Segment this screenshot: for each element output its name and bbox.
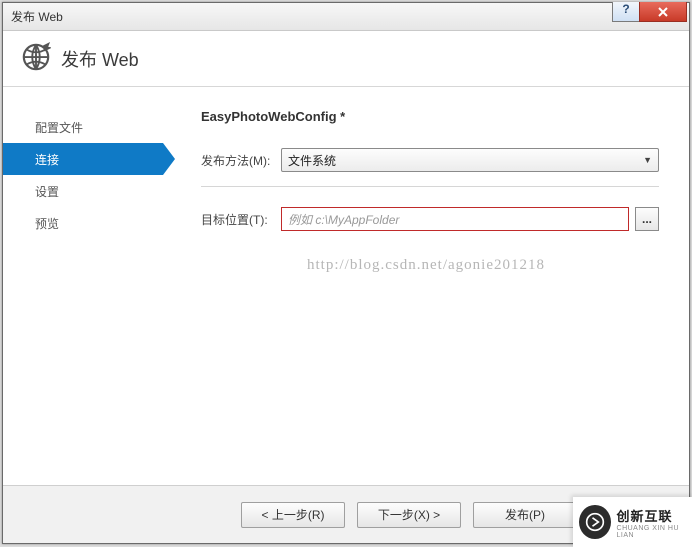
globe-icon bbox=[21, 42, 51, 75]
publish-method-combo[interactable]: 文件系统 ▼ bbox=[281, 148, 659, 172]
next-button[interactable]: 下一步(X) > bbox=[357, 502, 461, 528]
branding-badge: 创新互联 CHUANG XIN HU LIAN bbox=[573, 497, 692, 547]
help-button[interactable]: ? bbox=[612, 2, 640, 22]
publish-method-row: 发布方法(M): 文件系统 ▼ bbox=[201, 148, 659, 172]
branding-cn: 创新互联 bbox=[617, 506, 692, 525]
sidebar-item-preview[interactable]: 预览 bbox=[3, 207, 163, 239]
target-label: 目标位置(T): bbox=[201, 211, 281, 228]
dialog-window: 发布 Web ? 发布 Web 配置文件 连接 设置 预览 EasyPho bbox=[2, 2, 690, 544]
watermark-text: http://blog.csdn.net/agonie201218 bbox=[307, 257, 545, 274]
publish-button[interactable]: 发布(P) bbox=[473, 502, 577, 528]
prev-button[interactable]: < 上一步(R) bbox=[241, 502, 345, 528]
sidebar: 配置文件 连接 设置 预览 bbox=[3, 87, 163, 485]
branding-logo-icon bbox=[579, 505, 611, 539]
target-row: 目标位置(T): 例如 c:\MyAppFolder ... bbox=[201, 207, 659, 231]
header-title: 发布 Web bbox=[61, 46, 139, 72]
sidebar-item-connection[interactable]: 连接 bbox=[3, 143, 163, 175]
dialog-body: 配置文件 连接 设置 预览 EasyPhotoWebConfig * 发布方法(… bbox=[3, 87, 689, 485]
window-title: 发布 Web bbox=[3, 8, 63, 25]
branding-en: CHUANG XIN HU LIAN bbox=[617, 525, 692, 539]
titlebar: 发布 Web ? bbox=[3, 3, 689, 31]
chevron-down-icon: ▼ bbox=[643, 155, 652, 165]
section-title: EasyPhotoWebConfig * bbox=[201, 109, 659, 124]
target-input[interactable]: 例如 c:\MyAppFolder bbox=[281, 207, 629, 231]
divider bbox=[201, 186, 659, 187]
close-icon bbox=[657, 6, 669, 18]
publish-method-value: 文件系统 bbox=[288, 152, 336, 169]
main-panel: EasyPhotoWebConfig * 发布方法(M): 文件系统 ▼ 目标位… bbox=[163, 87, 689, 485]
dialog-header: 发布 Web bbox=[3, 31, 689, 87]
publish-method-label: 发布方法(M): bbox=[201, 152, 281, 169]
close-button[interactable] bbox=[639, 2, 687, 22]
browse-button[interactable]: ... bbox=[635, 207, 659, 231]
sidebar-item-profile[interactable]: 配置文件 bbox=[3, 111, 163, 143]
sidebar-item-settings[interactable]: 设置 bbox=[3, 175, 163, 207]
target-placeholder: 例如 c:\MyAppFolder bbox=[288, 211, 399, 228]
window-controls: ? bbox=[613, 2, 687, 22]
